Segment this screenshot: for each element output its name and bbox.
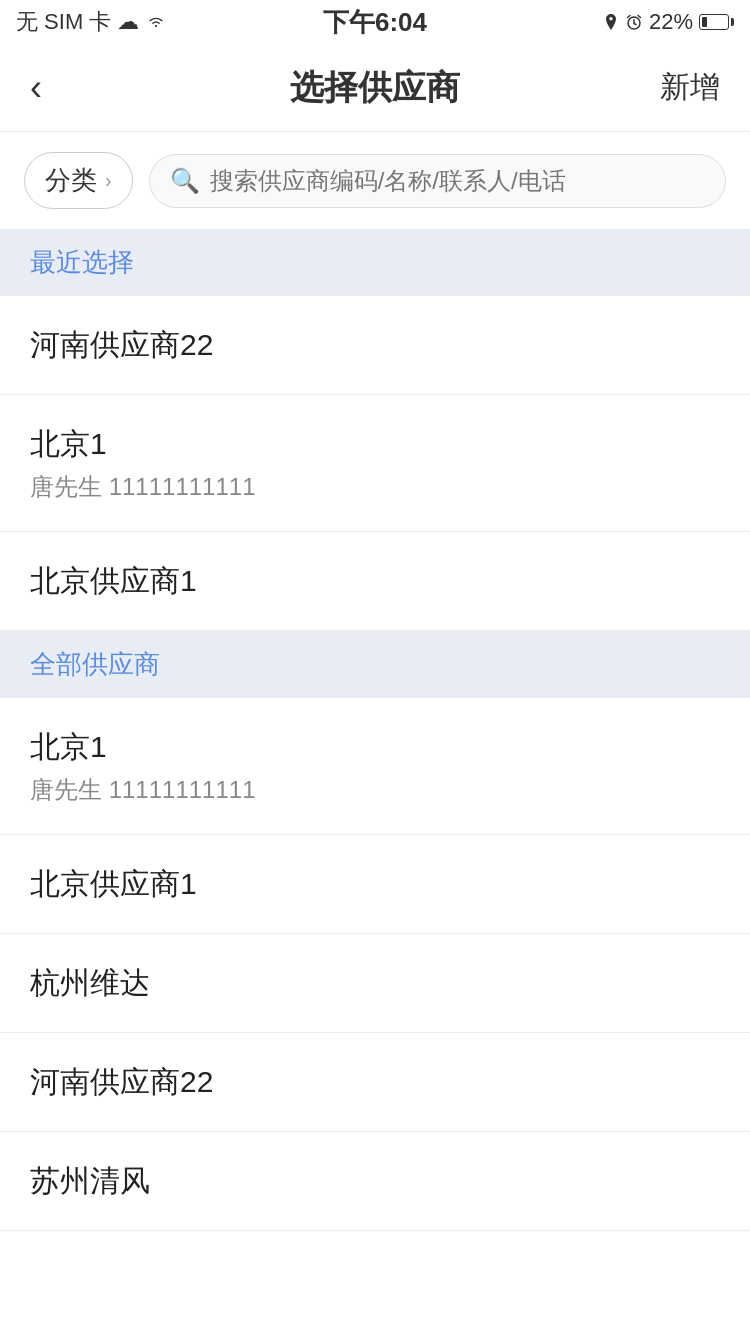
add-button[interactable]: 新增 xyxy=(660,67,720,108)
item-name: 河南供应商22 xyxy=(30,324,720,366)
item-name: 北京供应商1 xyxy=(30,863,720,905)
search-input[interactable] xyxy=(210,167,705,195)
filter-row: 分类 › 🔍 xyxy=(0,132,750,229)
item-name: 北京1 xyxy=(30,423,720,465)
category-button[interactable]: 分类 › xyxy=(24,152,133,209)
list-item[interactable]: 苏州清风 xyxy=(0,1132,750,1231)
sim-label: 无 SIM 卡 ☁ xyxy=(16,7,139,37)
page-title: 选择供应商 xyxy=(290,65,460,111)
list-item[interactable]: 河南供应商22 xyxy=(0,1033,750,1132)
category-label: 分类 xyxy=(45,163,97,198)
location-icon xyxy=(603,13,619,31)
chevron-right-icon: › xyxy=(105,169,112,192)
list-item[interactable]: 河南供应商22 xyxy=(0,296,750,395)
list-item[interactable]: 北京1 唐先生 11111111111 xyxy=(0,698,750,835)
all-list: 北京1 唐先生 11111111111 北京供应商1 杭州维达河南供应商22 苏州清风 xyxy=(0,698,750,1231)
list-item[interactable]: 杭州维达 xyxy=(0,934,750,1033)
item-name: 杭州维达 xyxy=(30,962,720,1004)
item-sub: 唐先生 11111111111 xyxy=(30,774,720,806)
status-right: 22% xyxy=(603,9,734,35)
list-item[interactable]: 北京供应商1 xyxy=(0,835,750,934)
item-name: 河南供应商22 xyxy=(30,1061,720,1103)
battery-percent: 22% xyxy=(649,9,693,35)
item-name: 北京1 xyxy=(30,726,720,768)
item-name: 苏州清风 xyxy=(30,1160,720,1202)
search-box[interactable]: 🔍 xyxy=(149,154,726,208)
battery-indicator xyxy=(699,14,734,30)
nav-bar: ‹ 选择供应商 新增 xyxy=(0,44,750,132)
status-time: 下午6:04 xyxy=(323,5,427,40)
recent-section-header: 最近选择 xyxy=(0,229,750,296)
recent-list: 河南供应商22 北京1 唐先生 11111111111 北京供应商1 xyxy=(0,296,750,631)
wifi-icon xyxy=(147,15,165,29)
list-item[interactable]: 北京1 唐先生 11111111111 xyxy=(0,395,750,532)
list-item[interactable]: 北京供应商1 xyxy=(0,532,750,631)
all-section-header: 全部供应商 xyxy=(0,631,750,698)
item-sub: 唐先生 11111111111 xyxy=(30,471,720,503)
item-name: 北京供应商1 xyxy=(30,560,720,602)
search-icon: 🔍 xyxy=(170,167,200,195)
status-bar: 无 SIM 卡 ☁ 下午6:04 22% xyxy=(0,0,750,44)
back-button[interactable]: ‹ xyxy=(30,67,90,109)
status-left: 无 SIM 卡 ☁ xyxy=(16,7,165,37)
alarm-icon xyxy=(625,13,643,31)
